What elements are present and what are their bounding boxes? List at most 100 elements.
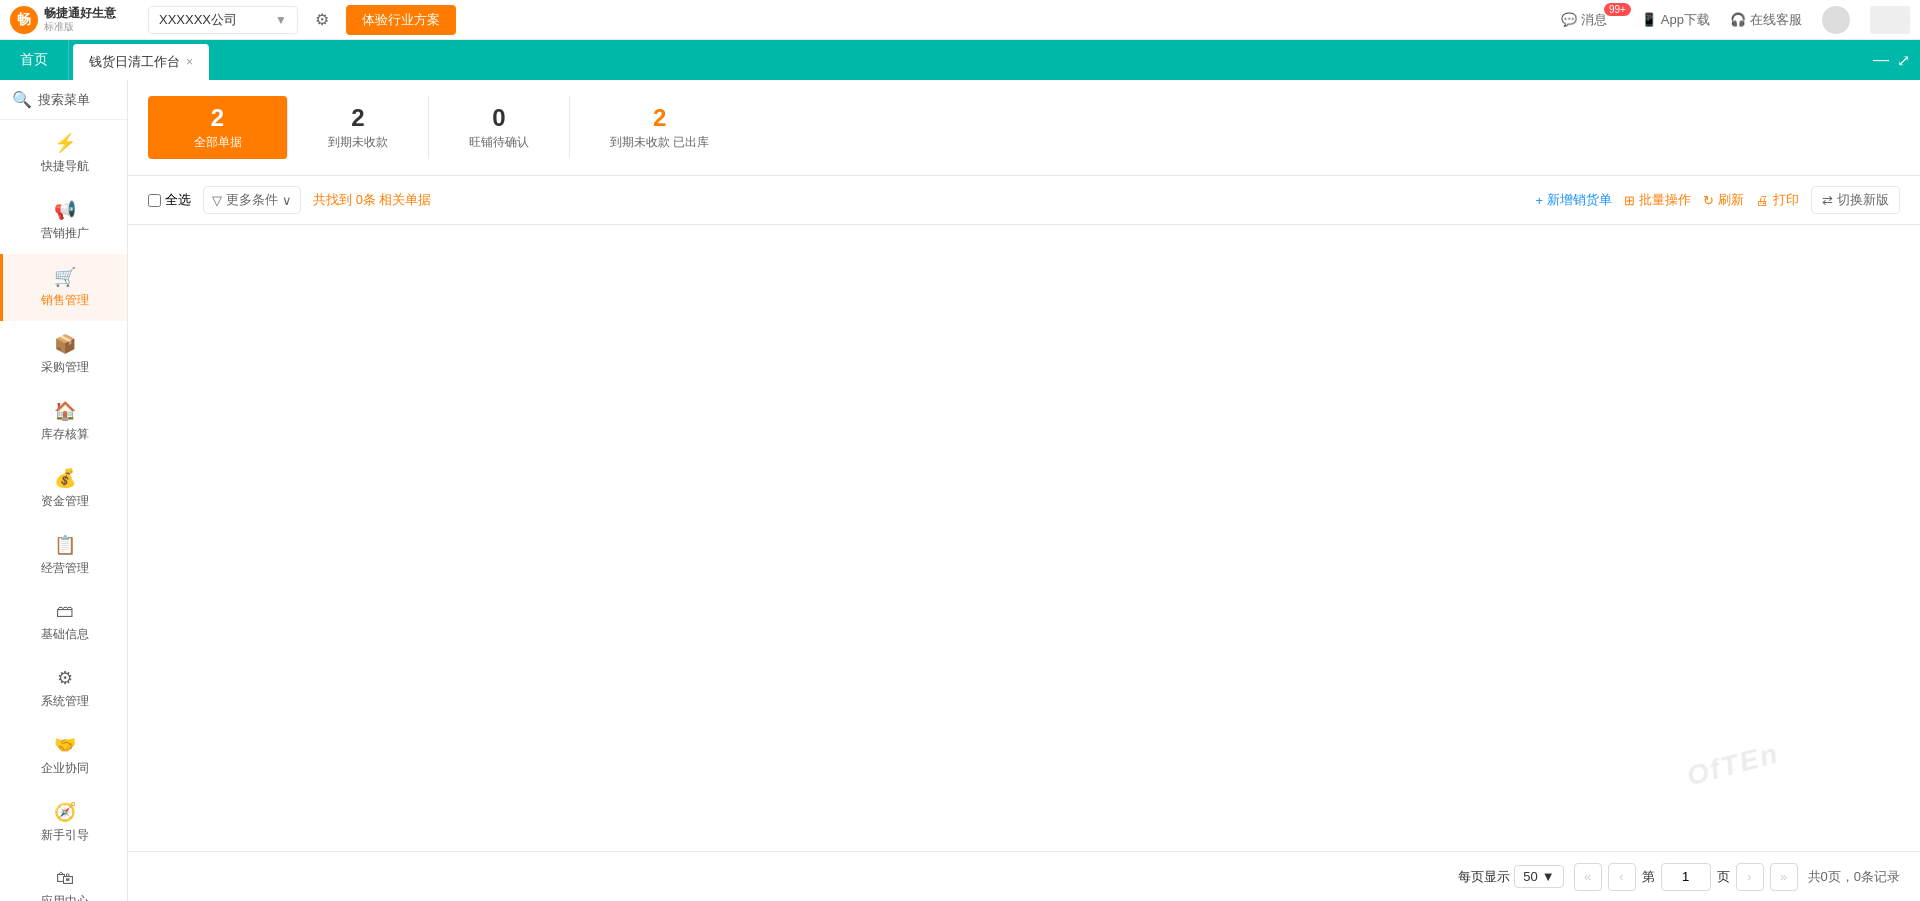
- stat-label-overdue: 到期未收款: [328, 134, 388, 151]
- service-icon: 🎧: [1730, 12, 1746, 27]
- filter-button[interactable]: ▽ 更多条件 ∨: [203, 186, 301, 214]
- sidebar-label-finance: 资金管理: [41, 493, 89, 510]
- settings-button[interactable]: ⚙: [306, 4, 338, 36]
- print-icon: 🖨: [1756, 193, 1769, 208]
- sidebar-label-marketing: 营销推广: [41, 225, 89, 242]
- batch-operation-button[interactable]: ⊞ 批量操作: [1624, 191, 1691, 209]
- message-button[interactable]: 💬 消息 99+: [1561, 11, 1621, 29]
- sidebar-label-quick-nav: 快捷导航: [41, 158, 89, 175]
- app-download-button[interactable]: 📱 App下载: [1641, 11, 1710, 29]
- stats-bar: 2 全部单据 2 到期未收款 0 旺铺待确认 2 到期未收款 已出库: [128, 80, 1920, 176]
- sidebar: 🔍 搜索菜单 ⚡ 快捷导航 📢 营销推广 🛒 销售管理 📦 采购管理 🏠 库存核…: [0, 80, 128, 901]
- sidebar-item-inventory[interactable]: 🏠 库存核算: [0, 388, 127, 455]
- stat-card-shipped[interactable]: 2 到期未收款 已出库: [570, 96, 749, 159]
- sidebar-item-finance[interactable]: 💰 资金管理: [0, 455, 127, 522]
- switch-icon: ⇄: [1822, 193, 1833, 208]
- app-title: 畅捷通好生意: [44, 6, 116, 20]
- sidebar-label-app-center: 应用中心: [41, 893, 89, 901]
- sidebar-label-system: 系统管理: [41, 693, 89, 710]
- sales-icon: 🛒: [54, 266, 76, 288]
- print-label: 打印: [1773, 191, 1799, 209]
- tab-workbench[interactable]: 钱货日清工作台 ×: [73, 44, 209, 80]
- sidebar-search[interactable]: 🔍 搜索菜单: [0, 80, 127, 120]
- sidebar-item-quick-nav[interactable]: ⚡ 快捷导航: [0, 120, 127, 187]
- try-button[interactable]: 体验行业方案: [346, 5, 456, 35]
- add-icon: +: [1535, 193, 1543, 208]
- refresh-button[interactable]: ↻ 刷新: [1703, 191, 1744, 209]
- stat-number-shipped: 2: [653, 104, 666, 132]
- print-button[interactable]: 🖨 打印: [1756, 191, 1799, 209]
- quick-nav-icon: ⚡: [54, 132, 76, 154]
- main-layout: 🔍 搜索菜单 ⚡ 快捷导航 📢 营销推广 🛒 销售管理 📦 采购管理 🏠 库存核…: [0, 80, 1920, 901]
- last-page-button[interactable]: »: [1770, 863, 1798, 891]
- user-name-area[interactable]: [1870, 6, 1910, 34]
- sidebar-label-purchase: 采购管理: [41, 359, 89, 376]
- stat-number-all: 2: [211, 104, 224, 132]
- stat-card-overdue[interactable]: 2 到期未收款: [288, 96, 429, 159]
- sidebar-item-guide[interactable]: 🧭 新手引导: [0, 789, 127, 856]
- sidebar-item-enterprise[interactable]: 🤝 企业协同: [0, 722, 127, 789]
- tab-bar: 首页 钱货日清工作台 × — ⤢: [0, 40, 1920, 80]
- select-all-checkbox[interactable]: 全选: [148, 191, 191, 209]
- stat-number-overdue: 2: [351, 104, 364, 132]
- select-all-label: 全选: [165, 191, 191, 209]
- found-count: 0条: [356, 192, 376, 207]
- operation-icon: 📋: [54, 534, 76, 556]
- sidebar-label-enterprise: 企业协同: [41, 760, 89, 777]
- company-selector[interactable]: XXXXXX公司 ▼: [148, 6, 298, 34]
- sidebar-item-purchase[interactable]: 📦 采购管理: [0, 321, 127, 388]
- finance-icon: 💰: [54, 467, 76, 489]
- page-number-input[interactable]: [1661, 863, 1711, 891]
- app-icon: 📱: [1641, 12, 1657, 27]
- sidebar-label-basic-info: 基础信息: [41, 626, 89, 643]
- logo-text: 畅捷通好生意 标准版: [44, 6, 116, 32]
- page-size-selector: 每页显示 50 ▼: [1458, 865, 1563, 888]
- prev-page-button[interactable]: ‹: [1608, 863, 1636, 891]
- message-label: 消息: [1581, 11, 1607, 29]
- sidebar-label-operation: 经营管理: [41, 560, 89, 577]
- stat-label-shipped: 到期未收款 已出库: [610, 134, 709, 151]
- sidebar-item-operation[interactable]: 📋 经营管理: [0, 522, 127, 589]
- add-label: 新增销货单: [1547, 191, 1612, 209]
- next-page-button[interactable]: ›: [1736, 863, 1764, 891]
- guide-icon: 🧭: [54, 801, 76, 823]
- company-name: XXXXXX公司: [159, 11, 271, 29]
- batch-icon: ⊞: [1624, 193, 1635, 208]
- search-icon: 🔍: [12, 90, 32, 109]
- switch-version-button[interactable]: ⇄ 切换新版: [1811, 186, 1900, 214]
- minimize-icon[interactable]: —: [1873, 51, 1889, 69]
- stat-card-confirm[interactable]: 0 旺铺待确认: [429, 96, 570, 159]
- inventory-icon: 🏠: [54, 400, 76, 422]
- toolbar-right: + 新增销货单 ⊞ 批量操作 ↻ 刷新 🖨 打印 ⇄ 切换新版: [1535, 186, 1900, 214]
- sidebar-item-app-center[interactable]: 🛍 应用中心: [0, 856, 127, 901]
- sidebar-item-marketing[interactable]: 📢 营销推广: [0, 187, 127, 254]
- page-label: 第: [1642, 868, 1655, 886]
- toolbar-left: 全选 ▽ 更多条件 ∨ 共找到 0条 相关单据: [148, 186, 1523, 214]
- header-right: 💬 消息 99+ 📱 App下载 🎧 在线客服: [1561, 6, 1910, 34]
- maximize-icon[interactable]: ⤢: [1897, 51, 1910, 70]
- filter-icon: ▽: [212, 193, 222, 208]
- message-badge: 99+: [1604, 3, 1631, 16]
- table-area: [128, 225, 1920, 851]
- avatar[interactable]: [1822, 6, 1850, 34]
- app-subtitle: 标准版: [44, 21, 116, 33]
- page-size-dropdown[interactable]: 50 ▼: [1514, 865, 1563, 888]
- sidebar-item-sales[interactable]: 🛒 销售管理: [0, 254, 127, 321]
- tab-label: 钱货日清工作台: [89, 53, 180, 71]
- page-navigation: « ‹ 第 页 › »: [1574, 863, 1798, 891]
- online-service-button[interactable]: 🎧 在线客服: [1730, 11, 1802, 29]
- stat-label-all: 全部单据: [194, 134, 242, 151]
- first-page-button[interactable]: «: [1574, 863, 1602, 891]
- tab-home[interactable]: 首页: [0, 40, 69, 80]
- batch-label: 批量操作: [1639, 191, 1691, 209]
- filter-label: 更多条件: [226, 191, 278, 209]
- sidebar-item-basic-info[interactable]: 🗃 基础信息: [0, 589, 127, 655]
- add-sales-button[interactable]: + 新增销货单: [1535, 191, 1612, 209]
- enterprise-icon: 🤝: [54, 734, 76, 756]
- total-info: 共0页，0条记录: [1808, 868, 1900, 886]
- close-tab-icon[interactable]: ×: [186, 55, 193, 69]
- sidebar-item-system[interactable]: ⚙ 系统管理: [0, 655, 127, 722]
- switch-label: 切换新版: [1837, 191, 1889, 209]
- select-all-input[interactable]: [148, 194, 161, 207]
- stat-card-all[interactable]: 2 全部单据: [148, 96, 288, 159]
